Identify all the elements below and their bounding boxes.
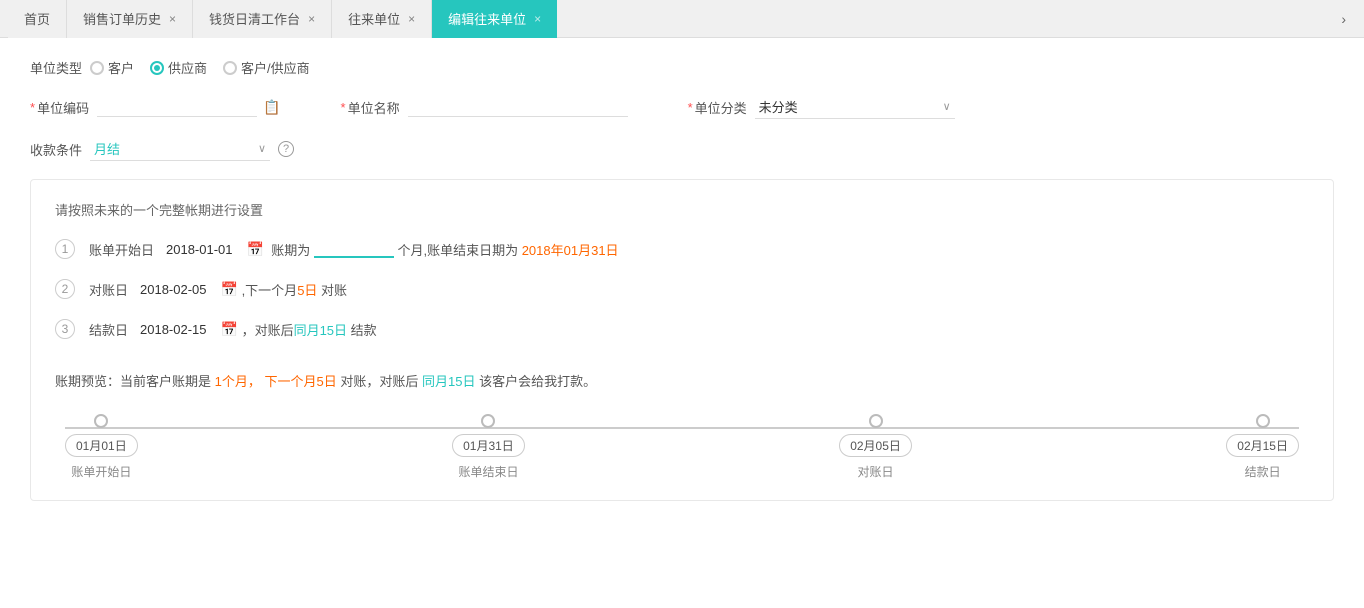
main-content: 单位类型 客户 供应商 客户/供应商 * 单位编码 000001 📋 * 单位名… xyxy=(0,38,1364,608)
timeline-label-1: 账单结束日 xyxy=(458,463,518,480)
step-3-highlight: 同月15日 xyxy=(294,320,347,339)
timeline-dot-0 xyxy=(94,414,108,428)
timeline-point-3: 02月15日 结款日 xyxy=(1226,414,1299,480)
preview-mid: 对账，对账后 xyxy=(340,374,418,389)
period-preview: 账期预览：当前客户账期是 1个月， 下一个月5日 对账，对账后 同月15日 该客… xyxy=(55,359,1309,390)
step-1-suffix-before: 账期为 xyxy=(271,240,310,259)
preview-p1: 1个月， xyxy=(215,374,261,389)
step-row-2: 2 对账日 2018-02-05 📅 ,下一个月 5日 对账 xyxy=(55,279,1309,299)
step-row-3: 3 结款日 2018-02-15 📅 ，对账后 同月15日 结款 xyxy=(55,319,1309,339)
payment-terms-value: 月结 xyxy=(94,139,258,158)
unit-type-label: 单位类型 xyxy=(30,58,82,77)
timeline-dot-2 xyxy=(869,414,883,428)
unit-category-chevron[interactable]: ∨ xyxy=(943,100,951,113)
unit-category-value: 未分类 xyxy=(759,97,943,116)
tab-edit-partner[interactable]: 编辑往来单位 × xyxy=(432,0,557,38)
unit-code-star: * xyxy=(30,100,35,115)
unit-type-row: 单位类型 客户 供应商 客户/供应商 xyxy=(30,58,1334,77)
unit-type-radio-group: 客户 供应商 客户/供应商 xyxy=(90,58,310,77)
unit-code-input[interactable]: 000001 xyxy=(97,97,257,117)
step-2-suffix: 对账 xyxy=(317,280,347,299)
step-3-calendar-icon[interactable]: 📅 xyxy=(221,321,238,338)
preview-end: 该客户会给我打款。 xyxy=(479,374,596,389)
period-months-input[interactable]: 1 xyxy=(314,241,394,258)
unit-name-label: 单位名称 xyxy=(348,98,400,117)
tab-arrow[interactable]: › xyxy=(1331,11,1356,27)
unit-cat-star: * xyxy=(688,100,693,115)
step-num-2: 2 xyxy=(55,279,75,299)
timeline: 01月01日 账单开始日 01月31日 账单结束日 02月05日 对账日 02月… xyxy=(55,414,1309,480)
close-tab-partner[interactable]: × xyxy=(408,12,415,26)
section-title: 请按照未来的一个完整帐期进行设置 xyxy=(55,200,1309,219)
radio-supplier[interactable]: 供应商 xyxy=(150,58,207,77)
step-row-1: 1 账单开始日 2018-01-01 📅 账期为 1 个月,账单结束日期为 20… xyxy=(55,239,1309,259)
radio-circle-customer xyxy=(90,61,104,75)
timeline-label-0: 账单开始日 xyxy=(71,463,131,480)
timeline-point-0: 01月01日 账单开始日 xyxy=(65,414,138,480)
timeline-dot-1 xyxy=(481,414,495,428)
step-label-1: 账单开始日 xyxy=(89,240,154,259)
tab-sales-history[interactable]: 销售订单历史 × xyxy=(67,0,193,38)
timeline-badge-0: 01月01日 xyxy=(65,434,138,457)
step-1-suffix-after: 个月,账单结束日期为 xyxy=(397,240,518,259)
preview-p2: 下一个月5日 xyxy=(265,374,337,389)
timeline-points: 01月01日 账单开始日 01月31日 账单结束日 02月05日 对账日 02月… xyxy=(65,414,1299,480)
unit-category-select[interactable]: 未分类 ∨ xyxy=(755,95,955,119)
step-3-suffix: 结款 xyxy=(347,320,377,339)
close-tab-edit-partner[interactable]: × xyxy=(534,12,541,26)
tab-cashflow[interactable]: 钱货日清工作台 × xyxy=(193,0,332,38)
unit-info-row: * 单位编码 000001 📋 * 单位名称 河南供应商22 * 单位分类 未分… xyxy=(30,95,1334,119)
timeline-badge-1: 01月31日 xyxy=(452,434,525,457)
step-label-3: 结款日 xyxy=(89,320,128,339)
step-label-2: 对账日 xyxy=(89,280,128,299)
timeline-point-2: 02月05日 对账日 xyxy=(839,414,912,480)
step-date-1: 2018-01-01 xyxy=(166,242,233,257)
timeline-label-2: 对账日 xyxy=(858,463,894,480)
timeline-label-3: 结款日 xyxy=(1245,463,1281,480)
step-date-3: 2018-02-15 xyxy=(140,322,207,337)
step-num-1: 1 xyxy=(55,239,75,259)
radio-circle-both xyxy=(223,61,237,75)
payment-terms-help-icon[interactable]: ? xyxy=(278,141,294,157)
payment-terms-chevron[interactable]: ∨ xyxy=(258,142,266,155)
step-2-highlight: 5日 xyxy=(297,280,317,299)
tab-home[interactable]: 首页 xyxy=(8,0,67,38)
tabs-bar: 首页 销售订单历史 × 钱货日清工作台 × 往来单位 × 编辑往来单位 × › xyxy=(0,0,1364,38)
unit-code-label: 单位编码 xyxy=(37,98,89,117)
preview-p3: 同月15日 xyxy=(422,374,475,389)
timeline-dot-3 xyxy=(1256,414,1270,428)
timeline-point-1: 01月31日 账单结束日 xyxy=(452,414,525,480)
step-2-calendar-icon[interactable]: 📅 xyxy=(221,281,238,298)
unit-cat-label: 单位分类 xyxy=(695,98,747,117)
unit-name-input[interactable]: 河南供应商22 xyxy=(408,97,628,117)
radio-label-both: 客户/供应商 xyxy=(241,58,310,77)
preview-label: 账期预览：当前客户账期是 xyxy=(55,374,211,389)
tab-partner[interactable]: 往来单位 × xyxy=(332,0,432,38)
payment-terms-row: 收款条件 月结 ∨ ? xyxy=(30,137,1334,161)
step-num-3: 3 xyxy=(55,319,75,339)
payment-terms-select[interactable]: 月结 ∨ xyxy=(90,137,270,161)
radio-label-customer: 客户 xyxy=(108,58,134,77)
step-1-prefix xyxy=(264,242,271,257)
step-date-2: 2018-02-05 xyxy=(140,282,207,297)
close-tab-sales-history[interactable]: × xyxy=(169,12,176,26)
unit-name-star: * xyxy=(341,100,346,115)
step-3-prefix: ，对账后 xyxy=(238,320,294,339)
timeline-badge-3: 02月15日 xyxy=(1226,434,1299,457)
close-tab-cashflow[interactable]: × xyxy=(308,12,315,26)
timeline-badge-2: 02月05日 xyxy=(839,434,912,457)
step-2-prefix: ,下一个月 xyxy=(238,280,297,299)
step-1-end-date: 2018年01月31日 xyxy=(522,240,619,259)
radio-customer[interactable]: 客户 xyxy=(90,58,134,77)
radio-label-supplier: 供应商 xyxy=(168,58,207,77)
unit-code-calendar-icon[interactable]: 📋 xyxy=(263,99,280,116)
radio-circle-supplier xyxy=(150,61,164,75)
payment-terms-label: 收款条件 xyxy=(30,140,82,159)
radio-both[interactable]: 客户/供应商 xyxy=(223,58,310,77)
period-settings-section: 请按照未来的一个完整帐期进行设置 1 账单开始日 2018-01-01 📅 账期… xyxy=(30,179,1334,501)
step-1-calendar-icon[interactable]: 📅 xyxy=(247,241,264,258)
